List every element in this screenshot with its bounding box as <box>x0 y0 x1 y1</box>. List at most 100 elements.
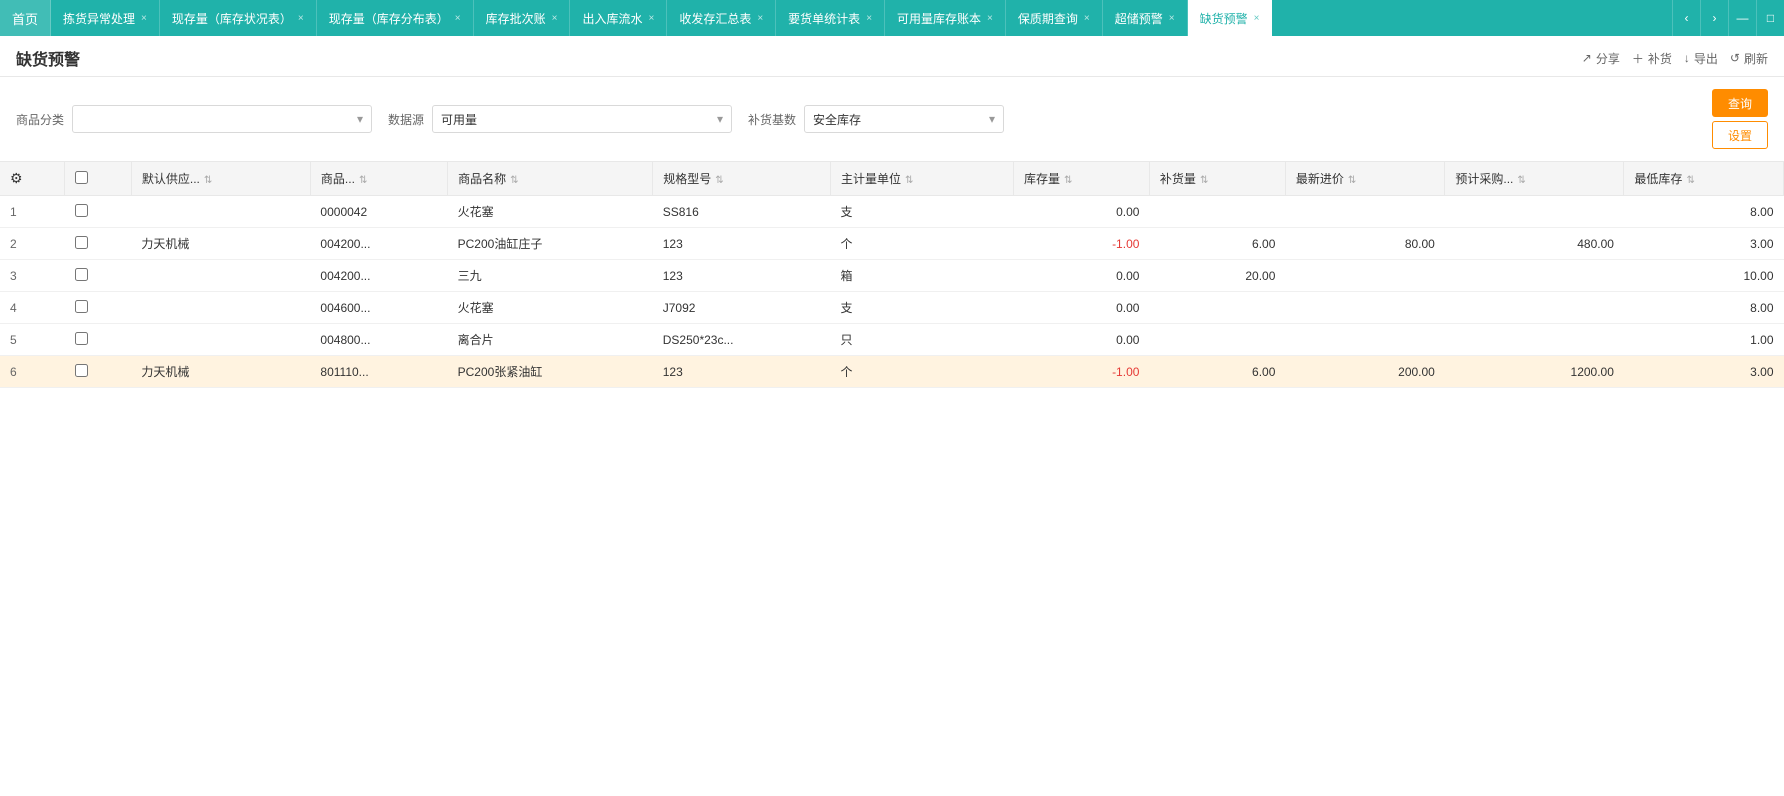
tab-label-4: 库存批次账 <box>486 10 546 27</box>
tab-close-10[interactable]: × <box>1169 13 1175 24</box>
export-button[interactable]: ↓ 导出 <box>1684 50 1718 67</box>
tab-item-9[interactable]: 保质期查询× <box>1006 0 1103 36</box>
row-checkbox-3[interactable] <box>75 300 88 313</box>
category-select[interactable]: ▾ <box>72 105 372 133</box>
share-button[interactable]: ↗ 分享 <box>1582 50 1620 67</box>
tab-item-2[interactable]: 现存量（库存状况表）× <box>160 0 317 36</box>
cell-default_supplier-0 <box>131 196 310 228</box>
replenish-button[interactable]: ＋ 补货 <box>1632 50 1672 67</box>
sort-icon-default_supplier: ⇅ <box>204 175 212 186</box>
row-checkbox-5[interactable] <box>75 364 88 377</box>
col-header-replenish_qty[interactable]: 补货量⇅ <box>1149 162 1285 196</box>
tab-label-0: 首页 <box>12 9 38 28</box>
select-all-checkbox[interactable] <box>75 171 88 184</box>
tab-item-7[interactable]: 要货单统计表× <box>776 0 885 36</box>
col-header-goods_code[interactable]: 商品...⇅ <box>310 162 447 196</box>
refresh-button[interactable]: ↺ 刷新 <box>1730 50 1768 67</box>
cell-unit-4: 只 <box>830 324 1013 356</box>
tab-nav-buttons: ‹ › — □ <box>1672 0 1784 36</box>
sort-icon-spec: ⇅ <box>715 175 723 186</box>
cell-spec-5: 123 <box>653 356 831 388</box>
cell-checkbox-0 <box>65 196 132 228</box>
table-container: ⚙默认供应...⇅商品...⇅商品名称⇅规格型号⇅主计量单位⇅库存量⇅补货量⇅最… <box>0 161 1784 388</box>
col-header-min_stock[interactable]: 最低库存⇅ <box>1624 162 1784 196</box>
tab-close-8[interactable]: × <box>987 13 993 24</box>
tab-item-10[interactable]: 超储预警× <box>1103 0 1188 36</box>
tab-close-4[interactable]: × <box>552 13 558 24</box>
filter-area: 商品分类 ▾ 数据源 可用量 ▾ 补货基数 安全库存 ▾ 查询 设置 <box>0 77 1784 161</box>
tab-next-button[interactable]: › <box>1700 0 1728 36</box>
col-header-unit[interactable]: 主计量单位⇅ <box>830 162 1013 196</box>
filter-group-category: 商品分类 ▾ <box>16 105 372 133</box>
tab-item-6[interactable]: 收发存汇总表× <box>667 0 776 36</box>
tab-label-8: 可用量库存账本 <box>897 10 981 27</box>
tab-prev-button[interactable]: ‹ <box>1672 0 1700 36</box>
share-icon: ↗ <box>1582 51 1592 65</box>
tab-close-7[interactable]: × <box>866 13 872 24</box>
cell-stock-3: 0.00 <box>1013 292 1149 324</box>
cell-goods_name-2: 三九 <box>448 260 653 292</box>
tab-close-3[interactable]: × <box>455 13 461 24</box>
col-header-spec[interactable]: 规格型号⇅ <box>653 162 831 196</box>
tab-item-8[interactable]: 可用量库存账本 × <box>885 0 1006 36</box>
col-header-stock[interactable]: 库存量⇅ <box>1013 162 1149 196</box>
sort-icon-goods_name: ⇅ <box>510 175 518 186</box>
settings-button[interactable]: 设置 <box>1712 121 1768 149</box>
cell-goods_name-0: 火花塞 <box>448 196 653 228</box>
refresh-icon: ↺ <box>1730 51 1740 65</box>
datasource-select[interactable]: 可用量 ▾ <box>432 105 732 133</box>
sort-icon-min_stock: ⇅ <box>1686 175 1694 186</box>
row-checkbox-1[interactable] <box>75 236 88 249</box>
replenish-select[interactable]: 安全库存 ▾ <box>804 105 1004 133</box>
tab-close-1[interactable]: × <box>141 13 147 24</box>
tab-item-11[interactable]: 缺货预警 × <box>1188 0 1273 36</box>
tab-label-11: 缺货预警 <box>1200 10 1248 27</box>
col-header-goods_name[interactable]: 商品名称⇅ <box>448 162 653 196</box>
col-header-estimated_purchase[interactable]: 预计采购...⇅ <box>1445 162 1624 196</box>
tab-item-3[interactable]: 现存量（库存分布表）× <box>317 0 474 36</box>
cell-latest_price-5: 200.00 <box>1285 356 1444 388</box>
tab-close-2[interactable]: × <box>298 13 304 24</box>
cell-estimated_purchase-4 <box>1445 324 1624 356</box>
cell-latest_price-0 <box>1285 196 1444 228</box>
page-header: 缺货预警 ↗ 分享 ＋ 补货 ↓ 导出 ↺ 刷新 <box>0 36 1784 77</box>
tab-minimize-button[interactable]: — <box>1728 0 1756 36</box>
row-checkbox-2[interactable] <box>75 268 88 281</box>
cell-default_supplier-1: 力天机械 <box>131 228 310 260</box>
tab-close-9[interactable]: × <box>1084 13 1090 24</box>
tab-item-1[interactable]: 拣货异常处理× <box>51 0 160 36</box>
cell-settings-3: 4 <box>0 292 65 324</box>
tab-maximize-button[interactable]: □ <box>1756 0 1784 36</box>
tab-item-5[interactable]: 出入库流水× <box>570 0 667 36</box>
col-header-latest_price[interactable]: 最新进价⇅ <box>1285 162 1444 196</box>
cell-checkbox-3 <box>65 292 132 324</box>
row-checkbox-4[interactable] <box>75 332 88 345</box>
tab-item-4[interactable]: 库存批次账 × <box>474 0 571 36</box>
filter-right-actions: 查询 设置 <box>1712 89 1768 149</box>
cell-latest_price-4 <box>1285 324 1444 356</box>
cell-stock-5: -1.00 <box>1013 356 1149 388</box>
cell-settings-5: 6 <box>0 356 65 388</box>
cell-replenish_qty-3 <box>1149 292 1285 324</box>
cell-checkbox-2 <box>65 260 132 292</box>
row-num: 2 <box>10 237 17 251</box>
row-checkbox-0[interactable] <box>75 204 88 217</box>
gear-icon[interactable]: ⚙ <box>10 170 23 186</box>
col-header-default_supplier[interactable]: 默认供应...⇅ <box>131 162 310 196</box>
col-header-settings: ⚙ <box>0 162 65 196</box>
cell-unit-1: 个 <box>830 228 1013 260</box>
tab-close-6[interactable]: × <box>757 13 763 24</box>
cell-min_stock-4: 1.00 <box>1624 324 1784 356</box>
row-num: 5 <box>10 333 17 347</box>
cell-spec-1: 123 <box>653 228 831 260</box>
cell-goods_name-5: PC200张紧油缸 <box>448 356 653 388</box>
cell-replenish_qty-4 <box>1149 324 1285 356</box>
sort-icon-unit: ⇅ <box>905 175 913 186</box>
tab-close-11[interactable]: × <box>1254 13 1260 24</box>
page-content: 缺货预警 ↗ 分享 ＋ 补货 ↓ 导出 ↺ 刷新 商品分类 <box>0 36 1784 796</box>
category-label: 商品分类 <box>16 111 64 128</box>
query-button[interactable]: 查询 <box>1712 89 1768 117</box>
tab-close-5[interactable]: × <box>648 13 654 24</box>
tab-item-0[interactable]: 首页 <box>0 0 51 36</box>
cell-checkbox-4 <box>65 324 132 356</box>
